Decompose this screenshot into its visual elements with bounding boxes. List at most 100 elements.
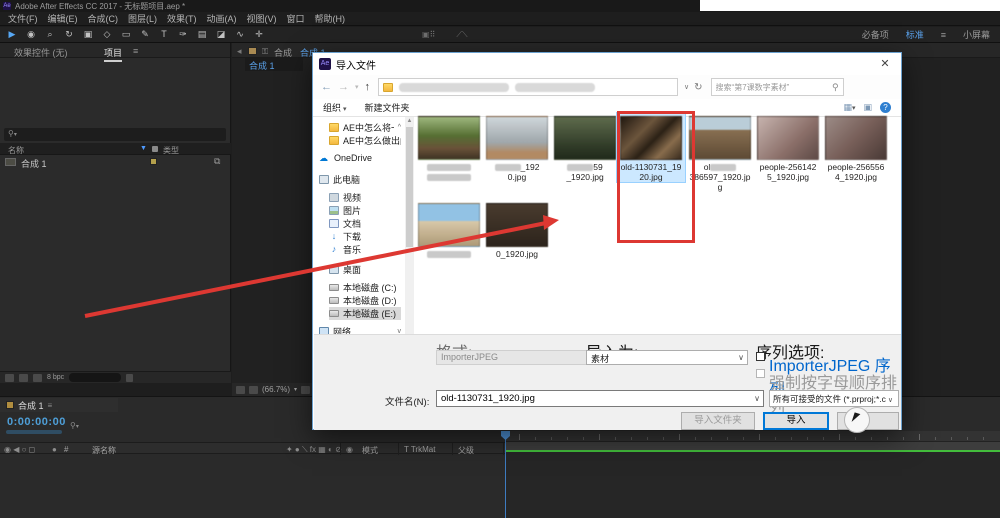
trkmat-column[interactable]: T TrkMat	[404, 445, 435, 454]
sidebar-item-10[interactable]: 本地磁盘 (C:)	[329, 281, 401, 294]
tab-effect-controls[interactable]: 效果控件 (无)	[14, 46, 68, 59]
label-column-icon[interactable]: ●	[52, 445, 57, 454]
workspace-item-left[interactable]: 必备项	[862, 28, 889, 41]
address-caret-icon[interactable]: ∨	[684, 83, 689, 91]
current-timecode[interactable]: 0:00:00:00	[7, 416, 66, 428]
project-search-input[interactable]: ⚲▾	[4, 128, 226, 141]
menu-item-1[interactable]: 编辑(E)	[48, 12, 78, 25]
layer-number-column[interactable]: #	[64, 445, 68, 454]
blend-icon[interactable]: ◉	[346, 445, 353, 454]
menu-item-4[interactable]: 效果(T)	[167, 12, 197, 25]
help-icon[interactable]: ?	[880, 102, 891, 113]
tab-project[interactable]: 项目	[104, 46, 122, 62]
file-item-8[interactable]: 0_1920.jpg	[483, 200, 551, 259]
workspace-item-right[interactable]: 小屏幕	[963, 28, 990, 41]
sidebar-item-3[interactable]: 此电脑	[319, 173, 401, 186]
sidebar-item-12[interactable]: 本地磁盘 (E:)	[329, 307, 401, 320]
magnification-icon[interactable]	[249, 386, 258, 394]
puppet-pin-tool-icon[interactable]: ✛	[253, 29, 265, 40]
pen-tool-icon[interactable]: ✎	[139, 29, 151, 40]
rotation-tool-icon[interactable]: ↻	[63, 29, 75, 40]
file-item-0[interactable]	[415, 113, 483, 182]
selection-tool-icon[interactable]: ▶	[6, 29, 18, 40]
views-icon[interactable]: ▦▾	[843, 102, 855, 113]
sidebar-item-2[interactable]: ☁OneDrive	[319, 153, 401, 163]
sidebar-scrollbar[interactable]: ▲ ▼	[405, 117, 414, 369]
import-button[interactable]: 导入	[763, 412, 829, 430]
new-folder-icon[interactable]	[19, 374, 28, 382]
menu-item-6[interactable]: 视图(V)	[247, 12, 277, 25]
panel-menu-icon[interactable]: ≡	[133, 46, 138, 56]
scroll-up-icon[interactable]: ▲	[405, 117, 414, 126]
clone-stamp-tool-icon[interactable]: ▤	[196, 29, 208, 40]
new-comp-icon[interactable]	[33, 374, 42, 382]
bit-depth[interactable]: 8 bpc	[47, 374, 64, 381]
new-folder-button[interactable]: 新建文件夹	[365, 101, 410, 114]
source-name-column[interactable]: 源名称	[92, 445, 116, 456]
sidebar-item-0[interactable]: AE中怎么将一张^	[329, 121, 401, 134]
roto-brush-tool-icon[interactable]: ∿	[234, 29, 246, 40]
switches-icons[interactable]: ✦ ● ⟍ fx ▦ ◐ ⊘	[286, 445, 342, 455]
back-icon[interactable]: ←	[321, 81, 332, 93]
address-breadcrumb[interactable]	[378, 78, 678, 96]
snap-icon[interactable]: ▣⠿	[422, 30, 435, 39]
always-preview-icon[interactable]	[236, 386, 245, 394]
import-folder-button[interactable]: 导入文件夹	[681, 412, 755, 430]
file-item-5[interactable]: people-2561425_1920.jpg	[754, 113, 822, 182]
sidebar-item-1[interactable]: AE中怎么做出闪	[329, 134, 401, 147]
preview-pane-icon[interactable]: ▣	[863, 102, 872, 113]
zoom-level[interactable]: (66.7%)	[262, 385, 290, 394]
menu-item-8[interactable]: 帮助(H)	[315, 12, 346, 25]
sort-arrow-icon[interactable]: ▼	[140, 145, 147, 152]
menu-item-3[interactable]: 图层(L)	[128, 12, 157, 25]
timeline-search-input[interactable]: ⚲▾	[70, 421, 79, 430]
mask-mode-icon[interactable]: ⟋⟍	[456, 30, 467, 40]
file-item-4[interactable]: ol386597_1920.jpg	[686, 113, 754, 192]
sidebar-item-6[interactable]: 文档	[329, 217, 401, 230]
file-item-1[interactable]: _1920.jpg	[483, 113, 551, 182]
time-ruler[interactable]	[505, 431, 1000, 442]
forward-icon[interactable]: →	[338, 81, 349, 93]
menu-item-0[interactable]: 文件(F)	[8, 12, 38, 25]
history-caret-icon[interactable]: ▾	[355, 83, 359, 91]
file-item-2[interactable]: 59_1920.jpg	[551, 113, 619, 182]
shape-tool-icon[interactable]: ▭	[120, 29, 132, 40]
tab-scroll-left-icon[interactable]: ◂	[237, 46, 242, 57]
interpret-footage-icon[interactable]	[5, 374, 14, 382]
filetype-select[interactable]: 所有可接受的文件 (*.prproj;*.c ∨	[769, 390, 899, 407]
pan-behind-tool-icon[interactable]: ◇	[101, 29, 113, 40]
label-color-chip[interactable]	[150, 158, 157, 165]
menu-item-7[interactable]: 窗口	[287, 12, 305, 25]
workspace-menu-icon[interactable]: ≡	[941, 30, 946, 40]
zoom-caret-icon[interactable]: ▾	[294, 386, 297, 393]
timeline-tab-menu-icon[interactable]: ≡	[48, 401, 53, 410]
trash-icon[interactable]	[126, 374, 133, 382]
menu-item-5[interactable]: 动画(A)	[207, 12, 237, 25]
eraser-tool-icon[interactable]: ◪	[215, 29, 227, 40]
mode-column[interactable]: 模式	[362, 445, 378, 456]
av-features-icons[interactable]: ◉ ◀ ○ ◻	[4, 445, 35, 454]
sidebar-item-7[interactable]: ↓下载	[329, 230, 401, 243]
dialog-close-button[interactable]: ✕	[869, 53, 901, 75]
project-item-row[interactable]: 合成 1 ⧉	[0, 155, 231, 169]
brush-tool-icon[interactable]: ✑	[177, 29, 189, 40]
sidebar-item-8[interactable]: ♪音乐	[329, 243, 401, 256]
up-icon[interactable]: ↑	[365, 81, 371, 93]
hand-tool-icon[interactable]: ◉	[25, 29, 37, 40]
project-item-name[interactable]: 合成 1	[21, 157, 47, 170]
sequence-checkbox[interactable]	[756, 352, 765, 361]
parent-column[interactable]: 父级	[458, 445, 474, 456]
lock-icon[interactable]: ⚿	[262, 47, 268, 57]
import-as-select[interactable]: 素材∨	[586, 350, 748, 365]
sidebar-expander-icon[interactable]: ^	[398, 124, 401, 131]
sidebar-item-11[interactable]: 本地磁盘 (D:)	[329, 294, 401, 307]
organize-button[interactable]: 组织▾	[323, 101, 347, 114]
file-item-6[interactable]: people-2565564_1920.jpg	[822, 113, 890, 182]
zoom-tool-icon[interactable]: ⌕	[44, 29, 56, 40]
type-tool-icon[interactable]: T	[158, 29, 170, 40]
menu-item-2[interactable]: 合成(C)	[88, 12, 119, 25]
workspace-item-active[interactable]: 标准	[906, 28, 924, 41]
timeline-tab[interactable]: 合成 1 ≡	[0, 398, 118, 412]
grid-options-icon[interactable]	[301, 386, 310, 394]
sidebar-item-5[interactable]: 图片	[329, 204, 401, 217]
